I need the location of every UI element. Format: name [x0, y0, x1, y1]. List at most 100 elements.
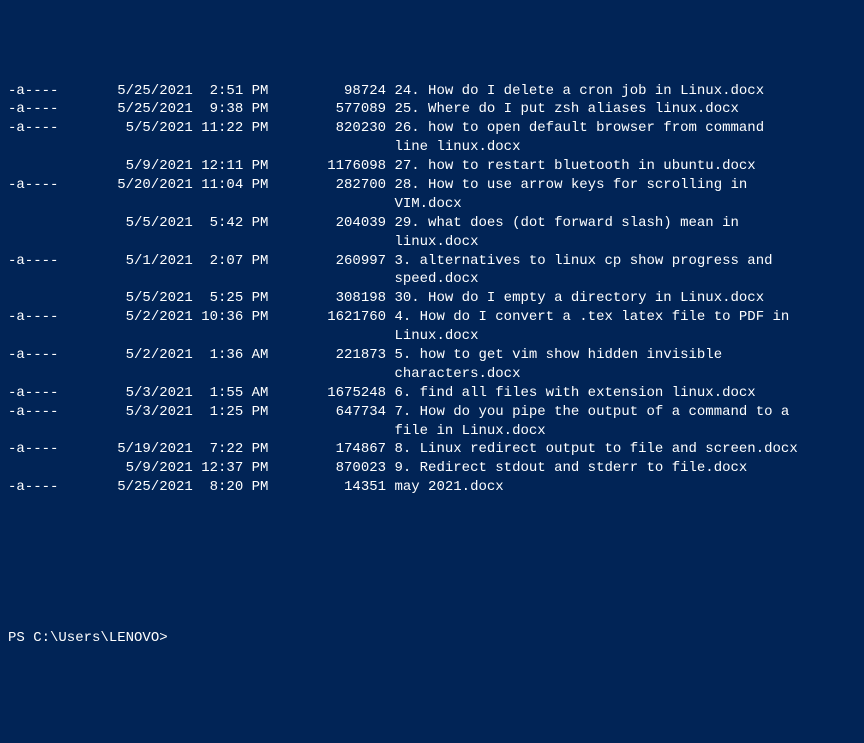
file-row: -a----5/25/20218:20 PM14351 may 2021.doc…	[8, 478, 856, 497]
prompt-text: PS C:\Users\LENOVO>	[8, 630, 168, 646]
file-mode: -a----	[8, 308, 58, 327]
file-mode: -a----	[8, 100, 58, 119]
file-row-continuation: file in Linux.docx	[8, 422, 856, 441]
file-date: 5/1/2021	[58, 252, 192, 271]
file-date: 5/9/2021	[58, 459, 192, 478]
file-size: 282700	[268, 176, 386, 195]
file-size: 98724	[268, 82, 386, 101]
file-size: 1675248	[268, 384, 386, 403]
file-row-continuation: VIM.docx	[8, 195, 856, 214]
file-mode: -a----	[8, 252, 58, 271]
file-time: 5:25 PM	[193, 289, 269, 308]
file-row: 5/5/20215:25 PM308198 30. How do I empty…	[8, 289, 856, 308]
file-name: 7. How do you pipe the output of a comma…	[394, 404, 789, 420]
file-row: -a----5/3/20211:55 AM1675248 6. find all…	[8, 384, 856, 403]
file-name-continuation: VIM.docx	[394, 196, 461, 212]
file-time: 1:55 AM	[193, 384, 269, 403]
file-row-continuation: line linux.docx	[8, 138, 856, 157]
file-name: 3. alternatives to linux cp show progres…	[394, 253, 772, 269]
file-name: 28. How to use arrow keys for scrolling …	[394, 177, 747, 193]
file-size: 870023	[268, 459, 386, 478]
file-name: 27. how to restart bluetooth in ubuntu.d…	[394, 158, 755, 174]
file-date: 5/25/2021	[58, 100, 192, 119]
file-mode: -a----	[8, 440, 58, 459]
file-name-continuation: linux.docx	[394, 234, 478, 250]
file-name: 29. what does (dot forward slash) mean i…	[394, 215, 738, 231]
file-date: 5/25/2021	[58, 478, 192, 497]
file-time: 10:36 PM	[193, 308, 269, 327]
file-date: 5/5/2021	[58, 289, 192, 308]
file-time: 11:04 PM	[193, 176, 269, 195]
file-size: 647734	[268, 403, 386, 422]
file-date: 5/2/2021	[58, 308, 192, 327]
blank-line	[8, 573, 856, 592]
file-name: 6. find all files with extension linux.d…	[394, 385, 755, 401]
file-mode: -a----	[8, 403, 58, 422]
file-row: 5/5/20215:42 PM204039 29. what does (dot…	[8, 214, 856, 233]
file-row: -a----5/3/20211:25 PM647734 7. How do yo…	[8, 403, 856, 422]
file-time: 11:22 PM	[193, 119, 269, 138]
file-name: 9. Redirect stdout and stderr to file.do…	[394, 460, 747, 476]
file-listing: -a----5/25/20212:51 PM98724 24. How do I…	[8, 82, 856, 498]
file-mode: -a----	[8, 346, 58, 365]
blank-line	[8, 535, 856, 554]
file-date: 5/2/2021	[58, 346, 192, 365]
file-time: 12:37 PM	[193, 459, 269, 478]
prompt-line[interactable]: PS C:\Users\LENOVO>	[8, 629, 856, 648]
file-date: 5/20/2021	[58, 176, 192, 195]
file-size: 1176098	[268, 157, 386, 176]
file-name-continuation: Linux.docx	[394, 328, 478, 344]
file-row: -a----5/25/20212:51 PM98724 24. How do I…	[8, 82, 856, 101]
file-mode: -a----	[8, 176, 58, 195]
file-time: 12:11 PM	[193, 157, 269, 176]
file-time: 8:20 PM	[193, 478, 269, 497]
file-row-continuation: Linux.docx	[8, 327, 856, 346]
file-date: 5/19/2021	[58, 440, 192, 459]
file-mode: -a----	[8, 384, 58, 403]
file-size: 204039	[268, 214, 386, 233]
file-name-continuation: file in Linux.docx	[394, 423, 545, 439]
file-time: 1:36 AM	[193, 346, 269, 365]
file-name-continuation: line linux.docx	[394, 139, 520, 155]
file-name-continuation: speed.docx	[394, 271, 478, 287]
file-row: -a----5/5/202111:22 PM820230 26. how to …	[8, 119, 856, 138]
file-size: 14351	[268, 478, 386, 497]
file-row: 5/9/202112:11 PM1176098 27. how to resta…	[8, 157, 856, 176]
file-row: -a----5/25/20219:38 PM577089 25. Where d…	[8, 100, 856, 119]
file-date: 5/9/2021	[58, 157, 192, 176]
file-size: 260997	[268, 252, 386, 271]
file-name: 5. how to get vim show hidden invisible	[394, 347, 722, 363]
file-name: 4. How do I convert a .tex latex file to…	[394, 309, 789, 325]
file-name: 24. How do I delete a cron job in Linux.…	[394, 83, 764, 99]
file-name-continuation: characters.docx	[394, 366, 520, 382]
file-mode: -a----	[8, 82, 58, 101]
file-date: 5/3/2021	[58, 403, 192, 422]
file-row: -a----5/19/20217:22 PM174867 8. Linux re…	[8, 440, 856, 459]
file-time: 5:42 PM	[193, 214, 269, 233]
file-mode: -a----	[8, 119, 58, 138]
file-time: 1:25 PM	[193, 403, 269, 422]
file-size: 1621760	[268, 308, 386, 327]
file-size: 820230	[268, 119, 386, 138]
file-row-continuation: speed.docx	[8, 270, 856, 289]
file-name: 25. Where do I put zsh aliases linux.doc…	[394, 101, 738, 117]
file-mode: -a----	[8, 478, 58, 497]
file-row: -a----5/1/20212:07 PM260997 3. alternati…	[8, 252, 856, 271]
file-time: 7:22 PM	[193, 440, 269, 459]
file-size: 577089	[268, 100, 386, 119]
file-date: 5/5/2021	[58, 119, 192, 138]
file-date: 5/5/2021	[58, 214, 192, 233]
file-row: 5/9/202112:37 PM870023 9. Redirect stdou…	[8, 459, 856, 478]
file-size: 308198	[268, 289, 386, 308]
file-name: 26. how to open default browser from com…	[394, 120, 764, 136]
file-size: 221873	[268, 346, 386, 365]
file-time: 2:51 PM	[193, 82, 269, 101]
file-name: may 2021.docx	[394, 479, 503, 495]
file-size: 174867	[268, 440, 386, 459]
file-name: 30. How do I empty a directory in Linux.…	[394, 290, 764, 306]
file-date: 5/3/2021	[58, 384, 192, 403]
file-row-continuation: characters.docx	[8, 365, 856, 384]
file-row: -a----5/2/20211:36 AM221873 5. how to ge…	[8, 346, 856, 365]
file-time: 9:38 PM	[193, 100, 269, 119]
file-name: 8. Linux redirect output to file and scr…	[394, 441, 797, 457]
